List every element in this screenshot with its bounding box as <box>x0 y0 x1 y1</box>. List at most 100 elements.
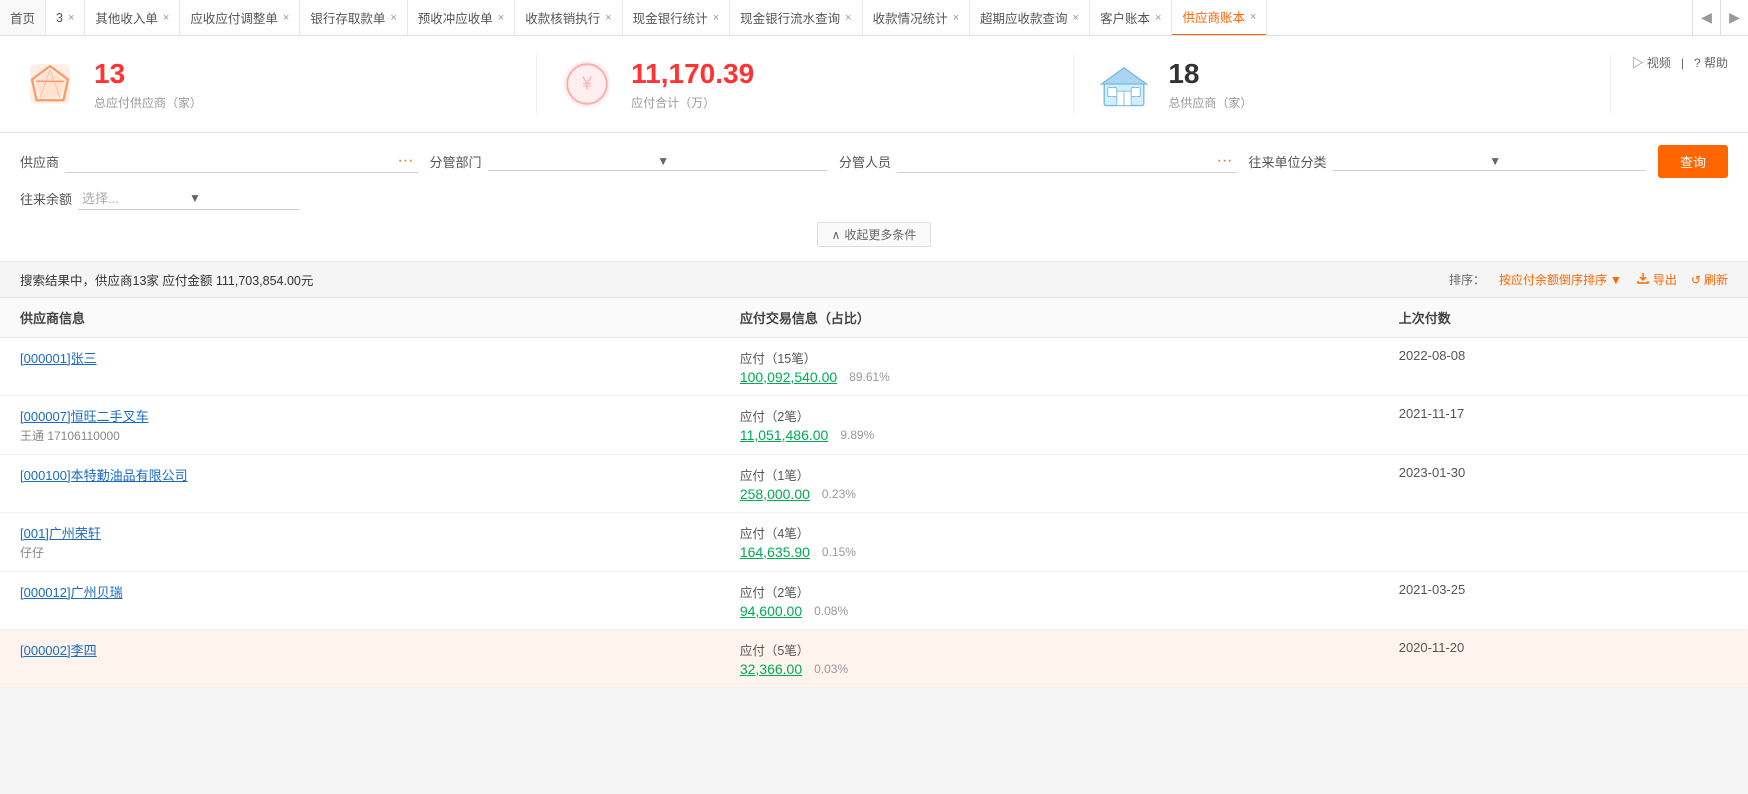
supplier-cell-0: [000001]张三 <box>0 338 720 396</box>
supplier-link-5[interactable]: [000002]李四 <box>20 643 97 658</box>
tx-amount-4[interactable]: 94,600.00 <box>740 603 802 619</box>
collapse-bar: ∧ 收起更多条件 <box>20 218 1728 253</box>
filter-supplier: 供应商 ··· <box>20 150 418 173</box>
close-tab-overdue-ar[interactable]: × <box>1073 12 1079 24</box>
balance-select-value: 选择... <box>82 188 189 207</box>
results-actions: 排序： 按应付余额倒序排序 ▼ 导出 ↺ 刷新 <box>1449 271 1728 288</box>
payable-total-label: 应付合计（万） <box>631 94 1053 111</box>
tx-amount-5[interactable]: 32,366.00 <box>740 661 802 677</box>
nav-tab-customer-ledger[interactable]: 客户账本× <box>1090 0 1172 36</box>
col-tx-info: 应付交易信息（占比） <box>720 298 1379 338</box>
sort-down-icon: ▼ <box>1610 273 1622 287</box>
results-bar: 搜索结果中，供应商13家 应付金额 111,703,854.00元 排序： 按应… <box>0 262 1748 298</box>
summary-info-3: 18 总供应商（家） <box>1168 57 1590 112</box>
last-pay-cell-4: 2021-03-25 <box>1379 572 1748 630</box>
export-btn[interactable]: 导出 <box>1636 271 1677 288</box>
query-button[interactable]: 查询 <box>1658 145 1728 178</box>
close-tab-prepay-ar[interactable]: × <box>498 12 504 24</box>
nav-tab-bank-deposit[interactable]: 银行存取款单× <box>300 0 407 36</box>
refresh-btn[interactable]: ↺ 刷新 <box>1691 271 1728 288</box>
tx-percent-4: 0.08% <box>814 604 848 618</box>
person-input[interactable] <box>901 154 1217 169</box>
help-link[interactable]: ? 帮助 <box>1694 54 1728 71</box>
last-pay-cell-2: 2023-01-30 <box>1379 455 1748 513</box>
collapse-btn-label: 收起更多条件 <box>844 226 916 243</box>
tx-amount-1[interactable]: 11,051,486.00 <box>740 427 829 443</box>
filter-area: 供应商 ··· 分管部门 ▼ 分管人员 ··· <box>0 133 1748 262</box>
question-icon: ? <box>1694 56 1701 70</box>
supplier-link-0[interactable]: [000001]张三 <box>20 351 97 366</box>
total-supplier-label: 总供应商（家） <box>1168 94 1590 111</box>
last-pay-cell-5: 2020-11-20 <box>1379 630 1748 688</box>
tx-percent-5: 0.03% <box>814 662 848 676</box>
close-tab-customer-ledger[interactable]: × <box>1155 12 1161 24</box>
summary-card-1: 13 总应付供应商（家） <box>20 54 537 114</box>
close-tab-collection-exec[interactable]: × <box>605 12 611 24</box>
main-table: 供应商信息 应付交易信息（占比） 上次付数 [000001]张三 应付（15笔） 1… <box>0 298 1748 688</box>
dept-select-wrap[interactable]: ▼ <box>488 152 827 171</box>
nav-tab-prepay-ar[interactable]: 预收冲应收单× <box>408 0 515 36</box>
nav-tab-collection-exec[interactable]: 收款核销执行× <box>515 0 622 36</box>
close-tab-ar-ap-adjust[interactable]: × <box>283 12 289 24</box>
col-supplier-info: 供应商信息 <box>0 298 720 338</box>
table-row: [000007]恒旺二手叉车王通 17106110000应付（2笔）11,051… <box>0 396 1748 455</box>
filter-row-2: 往来余额 选择... ▼ <box>20 186 300 210</box>
close-tab-collection-stat[interactable]: × <box>953 12 959 24</box>
close-tab-other-income[interactable]: × <box>163 12 169 24</box>
tx-cell-2: 应付（1笔） 258,000.00 0.23% <box>720 455 1379 513</box>
sort-select[interactable]: 按应付余额倒序排序 ▼ <box>1499 271 1622 288</box>
table-row: [001]广州荣轩仔仔 应付（4笔）164,635.900.15% <box>0 513 1748 572</box>
supplier-dots-btn[interactable]: ··· <box>398 152 414 170</box>
close-tab-tab3[interactable]: × <box>68 12 74 24</box>
nav-tab-collection-stat[interactable]: 收款情况统计× <box>863 0 970 36</box>
nav-tab-supplier-ledger[interactable]: 供应商账本× <box>1172 0 1267 36</box>
nav-tab-other-income[interactable]: 其他收入单× <box>85 0 180 36</box>
table-row: [000001]张三应付（15笔）100,092,540.0089.61%202… <box>0 338 1748 396</box>
supplier-link-1[interactable]: [000007]恒旺二手叉车 <box>20 409 149 424</box>
person-dots-btn[interactable]: ··· <box>1217 152 1233 170</box>
result-count-text: 搜索结果中，供应商13家 应付金额 111,703,854.00元 <box>20 270 313 289</box>
supplier-link-4[interactable]: [000012]广州贝瑞 <box>20 585 123 600</box>
close-tab-cash-bank-stat[interactable]: × <box>713 12 719 24</box>
supplier-link-3[interactable]: [001]广州荣轩 <box>20 526 101 541</box>
tx-label-2: 应付（1笔） <box>740 465 1359 484</box>
nav-tab-tab3[interactable]: 3× <box>46 0 85 36</box>
person-input-wrap: ··· <box>897 150 1236 173</box>
unit-class-select-wrap[interactable]: ▼ <box>1333 152 1646 171</box>
close-tab-bank-deposit[interactable]: × <box>390 12 396 24</box>
supplier-cell-4: [000012]广州贝瑞 <box>0 572 720 630</box>
supplier-sub-3: 仔仔 <box>20 544 700 561</box>
col-last-pay: 上次付数 <box>1379 298 1748 338</box>
nav-left-arrow[interactable]: ◀ <box>1692 0 1720 36</box>
video-link[interactable]: ▷ 视频 <box>1631 54 1670 71</box>
supplier-link-2[interactable]: [000100]本特勤油品有限公司 <box>20 468 188 483</box>
video-icon: ▷ <box>1631 56 1643 70</box>
tx-amount-3[interactable]: 164,635.90 <box>740 544 810 560</box>
nav-tab-ar-ap-adjust[interactable]: 应收应付调整单× <box>180 0 300 36</box>
filter-row-1: 供应商 ··· 分管部门 ▼ 分管人员 ··· <box>20 145 1728 178</box>
filter-unit-class: 往来单位分类 ▼ <box>1249 152 1647 171</box>
collapse-button[interactable]: ∧ 收起更多条件 <box>817 222 932 247</box>
supplier-input[interactable] <box>69 154 398 169</box>
close-tab-supplier-ledger[interactable]: × <box>1250 11 1256 23</box>
total-supplier-count: 18 <box>1168 57 1590 91</box>
balance-select-wrap[interactable]: 选择... ▼ <box>78 186 300 210</box>
nav-arrows: ◀ ▶ <box>1692 0 1748 36</box>
nav-tab-cash-bank-flow[interactable]: 现金银行流水查询× <box>730 0 862 36</box>
nav-tab-home[interactable]: 首页 <box>0 0 46 36</box>
close-tab-cash-bank-flow[interactable]: × <box>845 12 851 24</box>
summary-info-2: 11,170.39 应付合计（万） <box>631 57 1053 112</box>
tx-percent-2: 0.23% <box>822 487 856 501</box>
tx-amount-2[interactable]: 258,000.00 <box>740 486 810 502</box>
tx-cell-3: 应付（4笔）164,635.900.15% <box>720 513 1379 572</box>
tx-amount-0[interactable]: 100,092,540.00 <box>740 369 837 385</box>
table-header: 供应商信息 应付交易信息（占比） 上次付数 <box>0 298 1748 338</box>
nav-tab-cash-bank-stat[interactable]: 现金银行统计× <box>623 0 730 36</box>
nav-right-arrow[interactable]: ▶ <box>1720 0 1748 36</box>
unit-class-dropdown-icon: ▼ <box>1489 154 1642 168</box>
balance-dropdown-icon: ▼ <box>189 191 296 205</box>
last-pay-cell-1: 2021-11-17 <box>1379 396 1748 455</box>
tx-label-0: 应付（15笔） <box>740 348 1359 367</box>
nav-tab-overdue-ar[interactable]: 超期应收款查询× <box>970 0 1090 36</box>
table-body: [000001]张三应付（15笔）100,092,540.0089.61%202… <box>0 338 1748 688</box>
